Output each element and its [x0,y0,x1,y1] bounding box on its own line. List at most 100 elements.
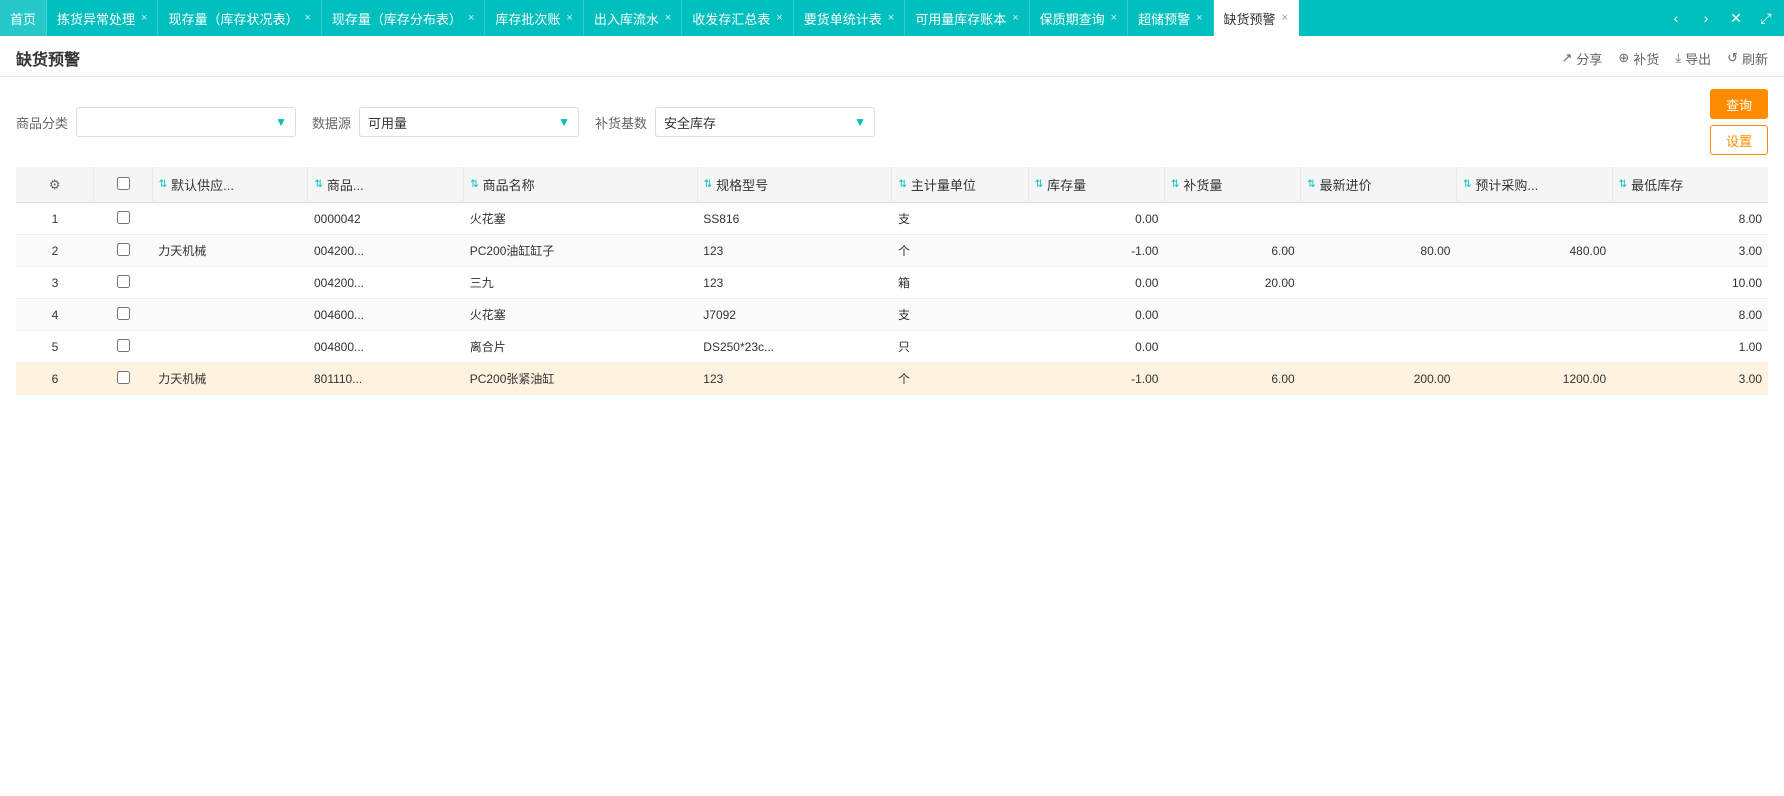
cell-unit: 只 [892,331,1028,363]
nav-tab-flow[interactable]: 出入库流水 × [584,0,682,36]
datasource-filter-group: 数据源 可用量 ▼ [312,107,579,137]
cell-replenish: 20.00 [1164,267,1300,299]
nav-prev-button[interactable]: ‹ [1662,4,1690,32]
row-checkbox[interactable] [117,275,130,288]
cell-supplier [152,267,308,299]
nav-next-button[interactable]: › [1692,4,1720,32]
cell-check[interactable] [94,203,152,235]
cell-code: 004800... [308,331,464,363]
th-stock[interactable]: ⇅ 库存量 [1028,167,1164,203]
select-all-checkbox[interactable] [117,177,130,190]
th-replenish[interactable]: ⇅ 补货量 [1164,167,1300,203]
th-checkbox[interactable] [94,167,152,203]
cell-index: 5 [16,331,94,363]
th-code[interactable]: ⇅ 商品... [308,167,464,203]
datasource-select[interactable]: 可用量 ▼ [359,107,579,137]
close-icon[interactable]: × [566,12,572,24]
close-icon[interactable]: × [468,12,474,24]
sort-icon: ⇅ [898,179,906,190]
table-row: 3 004200... 三九 123 箱 0.00 20.00 10.00 [16,267,1768,299]
refresh-icon: ↺ [1727,50,1738,66]
category-select[interactable]: ▼ [76,107,296,137]
nav-tab-pick[interactable]: 拣货异常处理 × [47,0,158,36]
table-row: 2 力天机械 004200... PC200油缸缸子 123 个 -1.00 6… [16,235,1768,267]
nav-tab-summary[interactable]: 收发存汇总表 × [682,0,793,36]
cell-check[interactable] [94,299,152,331]
export-button[interactable]: ⤓ 导出 [1675,49,1711,68]
nav-tab-inventory-dist[interactable]: 现存量（库存分布表） × [322,0,485,36]
cell-check[interactable] [94,363,152,395]
datasource-label: 数据源 [312,113,351,132]
cell-stock: -1.00 [1028,363,1164,395]
nav-tab-inventory-status[interactable]: 现存量（库存状况表） × [158,0,321,36]
settings-button[interactable]: 设置 [1710,125,1768,155]
th-latest-price[interactable]: ⇅ 最新进价 [1301,167,1457,203]
cell-check[interactable] [94,331,152,363]
sort-icon: ⇅ [1171,179,1179,190]
close-icon[interactable]: × [888,12,894,24]
nav-tab-batch[interactable]: 库存批次账 × [485,0,583,36]
th-spec[interactable]: ⇅ 规格型号 [697,167,892,203]
cell-check[interactable] [94,235,152,267]
row-checkbox[interactable] [117,307,130,320]
cell-supplier [152,203,308,235]
th-estimated[interactable]: ⇅ 预计采购... [1456,167,1612,203]
cell-estimated [1456,203,1612,235]
th-supplier[interactable]: ⇅ 默认供应... [152,167,308,203]
share-button[interactable]: ↗ 分享 [1561,49,1602,68]
cell-supplier: 力天机械 [152,363,308,395]
cell-latest-price [1301,331,1457,363]
filter-row: 商品分类 ▼ 数据源 可用量 ▼ 补货基数 安全库存 ▼ 查询 设置 [0,77,1784,167]
nav-tab-expiry[interactable]: 保质期查询 × [1030,0,1128,36]
replenish-base-label: 补货基数 [595,113,647,132]
th-unit[interactable]: ⇅ 主计量单位 [892,167,1028,203]
nav-tab-stockout[interactable]: 缺货预警 × [1214,0,1299,36]
row-checkbox[interactable] [117,371,130,384]
settings-gear-icon[interactable]: ⚙ [22,177,87,193]
filter-buttons: 查询 设置 [1710,89,1768,155]
cell-replenish: 6.00 [1164,363,1300,395]
row-checkbox[interactable] [117,211,130,224]
close-icon[interactable]: × [1012,12,1018,24]
replenish-button[interactable]: ⊕ 补货 [1618,49,1659,68]
category-label: 商品分类 [16,113,68,132]
close-icon[interactable]: × [665,12,671,24]
th-min-stock[interactable]: ⇅ 最低库存 [1612,167,1768,203]
page-content: 缺货预警 ↗ 分享 ⊕ 补货 ⤓ 导出 ↺ 刷新 商品分类 [0,36,1784,796]
nav-expand-button[interactable]: ⤢ [1752,4,1780,32]
close-icon[interactable]: × [141,12,147,24]
nav-tab-available[interactable]: 可用量库存账本 × [905,0,1029,36]
cell-min-stock: 8.00 [1612,203,1768,235]
cell-supplier [152,299,308,331]
cell-name: 火花塞 [464,299,698,331]
th-settings[interactable]: ⚙ [16,167,94,203]
nav-tab-overstock[interactable]: 超储预警 × [1128,0,1213,36]
sort-icon: ⇅ [314,179,322,190]
nav-tab-home[interactable]: 首页 [0,0,47,36]
nav-close-button[interactable]: ✕ [1722,4,1750,32]
query-button[interactable]: 查询 [1710,89,1768,119]
cell-unit: 箱 [892,267,1028,299]
replenish-base-filter-group: 补货基数 安全库存 ▼ [595,107,875,137]
row-checkbox[interactable] [117,339,130,352]
cell-name: 三九 [464,267,698,299]
close-icon[interactable]: × [776,12,782,24]
nav-tab-order-stats[interactable]: 要货单统计表 × [794,0,905,36]
cell-unit: 支 [892,203,1028,235]
table-row: 5 004800... 离合片 DS250*23c... 只 0.00 1.00 [16,331,1768,363]
replenish-base-value: 安全库存 [664,113,716,132]
cell-check[interactable] [94,267,152,299]
table-container: ⚙ ⇅ 默认供应... ⇅ 商品... [0,167,1784,395]
close-icon[interactable]: × [1111,12,1117,24]
refresh-button[interactable]: ↺ 刷新 [1727,49,1768,68]
cell-latest-price: 200.00 [1301,363,1457,395]
row-checkbox[interactable] [117,243,130,256]
cell-unit: 个 [892,363,1028,395]
replenish-base-select[interactable]: 安全库存 ▼ [655,107,875,137]
close-icon[interactable]: × [1196,12,1202,24]
close-icon[interactable]: × [304,12,310,24]
close-icon[interactable]: × [1282,12,1288,24]
cell-index: 2 [16,235,94,267]
cell-min-stock: 3.00 [1612,363,1768,395]
th-name[interactable]: ⇅ 商品名称 [464,167,698,203]
